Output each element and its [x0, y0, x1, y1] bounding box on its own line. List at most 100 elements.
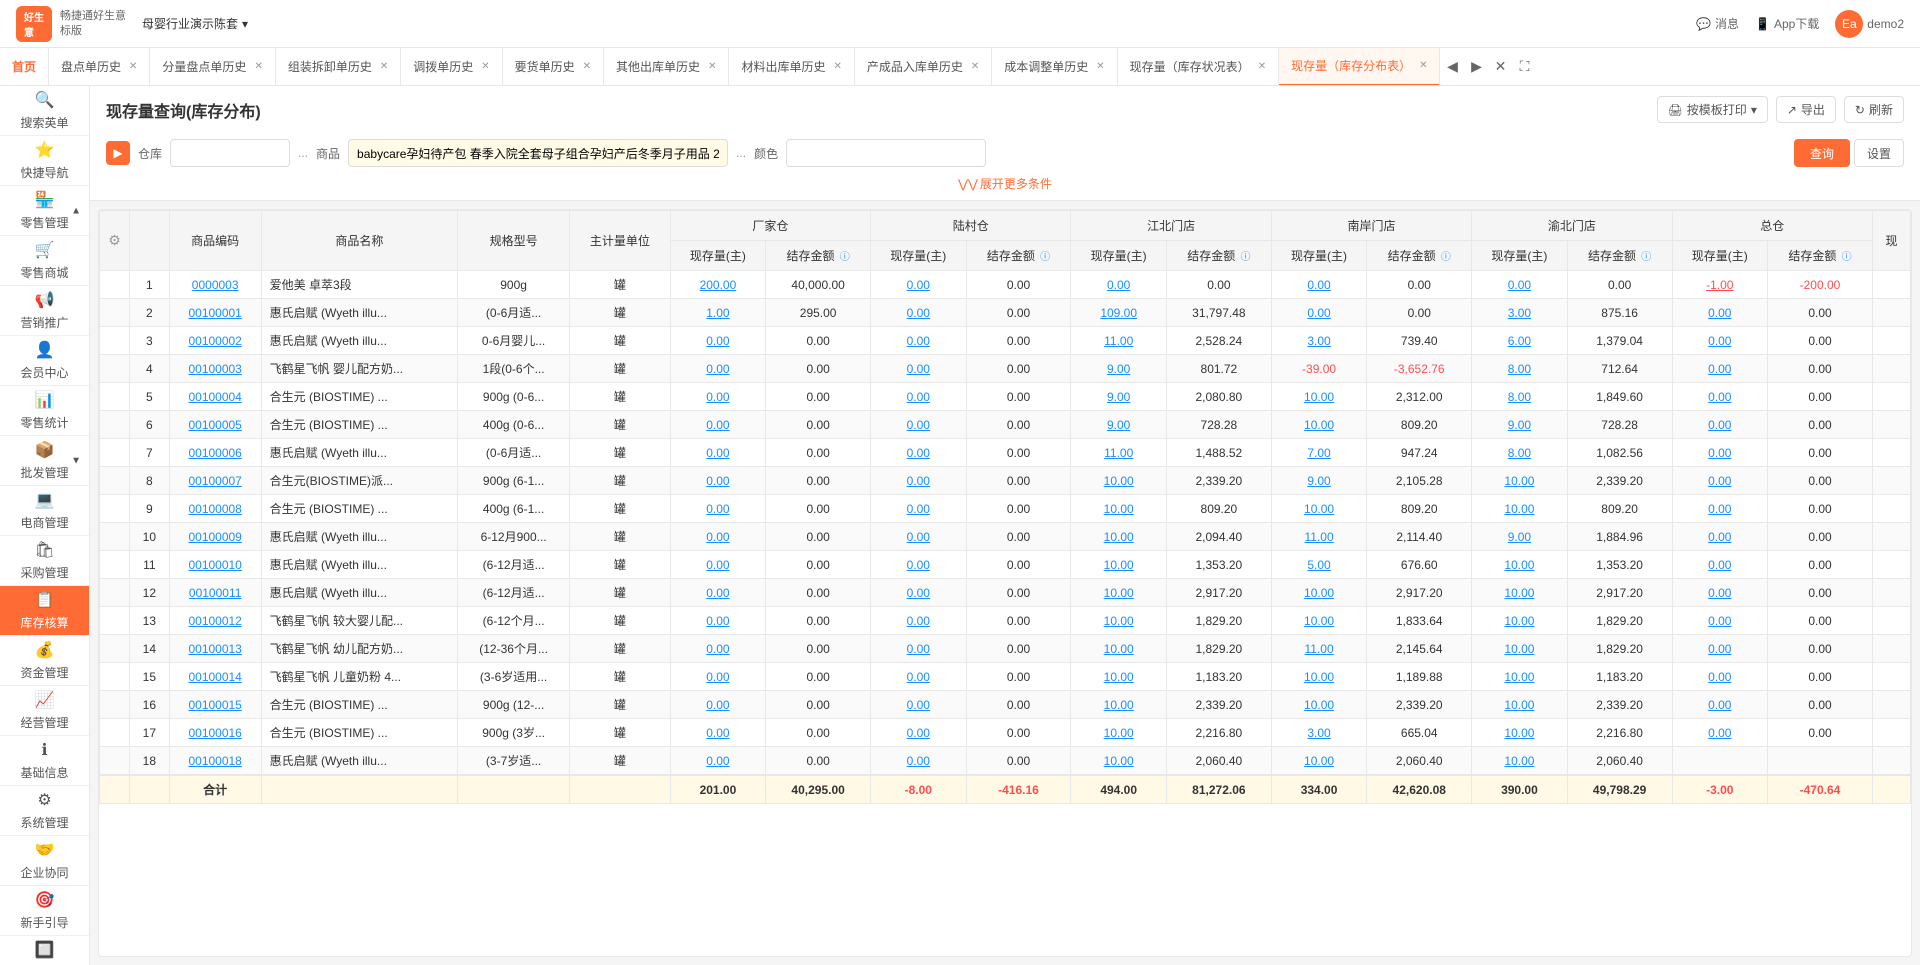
sidebar-item-search[interactable]: 🔍 搜索英单 — [0, 86, 89, 136]
table-cell: 40,000.00 — [766, 271, 871, 299]
table-cell[interactable] — [100, 467, 130, 495]
tab-prev-btn[interactable]: ◀ — [1440, 48, 1464, 86]
sidebar-item-member[interactable]: 👤 会员中心 — [0, 336, 89, 386]
tab-close-icon[interactable]: ✕ — [833, 61, 841, 72]
user-avatar[interactable]: Ea demo2 — [1835, 10, 1904, 38]
table-cell: 0.00 — [871, 411, 966, 439]
sidebar-item-inventory[interactable]: 📋 库存核算 — [0, 586, 89, 636]
gear-icon: ⚙ — [37, 790, 51, 810]
summary-cell: 494.00 — [1071, 775, 1166, 804]
color-input[interactable] — [786, 139, 986, 167]
tab-material-out[interactable]: 材料出库单历史 ✕ — [729, 48, 854, 86]
table-cell[interactable] — [100, 383, 130, 411]
sidebar-item-nav[interactable]: ⭐ 快捷导航 — [0, 136, 89, 186]
tab-sub-inventory[interactable]: 分量盘点单历史 ✕ — [150, 48, 275, 86]
search-button[interactable]: 查询 — [1794, 139, 1850, 167]
table-cell[interactable] — [100, 523, 130, 551]
tab-home[interactable]: 首页 — [0, 48, 49, 86]
company-dropdown[interactable]: 母婴行业演示陈套 ▾ — [142, 15, 248, 32]
settings-col-header[interactable]: ⚙ — [100, 211, 130, 271]
table-cell: 11.00 — [1071, 327, 1166, 355]
sidebar-item-wholesale[interactable]: 📦 批发管理 ▼ — [0, 436, 89, 486]
tab-close-icon[interactable]: ✕ — [481, 61, 489, 72]
summary-cell — [100, 775, 130, 804]
tab-stock-status[interactable]: 现存量（库存状况表） ✕ — [1118, 48, 1279, 86]
tab-next-btn[interactable]: ▶ — [1464, 48, 1488, 86]
sidebar-item-finance[interactable]: 💰 资金管理 — [0, 636, 89, 686]
table-cell: 14 — [130, 635, 170, 663]
sidebar-item-marketing[interactable]: 📢 营销推广 — [0, 286, 89, 336]
tab-expand-btn[interactable]: ⛶ — [1512, 48, 1536, 86]
table-row: 300100002惠氏启赋 (Wyeth illu...0-6月婴儿...罐0.… — [100, 327, 1911, 355]
sidebar-item-guide[interactable]: 🎯 新手引导 — [0, 886, 89, 936]
table-cell[interactable] — [100, 551, 130, 579]
tab-close-icon[interactable]: ✕ — [380, 61, 388, 72]
sidebar-item-purchase[interactable]: 🛍 采购管理 — [0, 536, 89, 586]
table-cell: 0.00 — [670, 607, 765, 635]
print-btn[interactable]: 🖨 按模板打印 ▾ — [1657, 96, 1768, 123]
table-cell[interactable] — [100, 411, 130, 439]
table-cell — [1872, 551, 1910, 579]
app-download-btn[interactable]: 📱 App下载 — [1755, 15, 1819, 32]
table-cell[interactable] — [100, 719, 130, 747]
sidebar-item-ecommerce[interactable]: 💻 电商管理 — [0, 486, 89, 536]
tab-close-icon[interactable]: ✕ — [708, 61, 716, 72]
table-cell: 2,060.40 — [1567, 747, 1672, 776]
table-cell[interactable] — [100, 691, 130, 719]
refresh-btn[interactable]: ↻ 刷新 — [1844, 96, 1904, 123]
tab-cost-adj[interactable]: 成本调整单历史 ✕ — [992, 48, 1117, 86]
table-cell[interactable] — [100, 355, 130, 383]
tab-close-icon[interactable]: ✕ — [129, 61, 137, 72]
table-cell: 809.20 — [1367, 495, 1472, 523]
tab-inventory-history[interactable]: 盘点单历史 ✕ — [49, 48, 150, 86]
tab-close-icon[interactable]: ✕ — [971, 61, 979, 72]
table-cell[interactable] — [100, 579, 130, 607]
tab-other-out[interactable]: 其他出库单历史 ✕ — [604, 48, 729, 86]
table-cell[interactable] — [100, 495, 130, 523]
filter-expand-btn[interactable]: ▶ — [106, 141, 130, 165]
tab-stock-dist[interactable]: 现存量（库存分布表） ✕ — [1279, 48, 1440, 86]
table-cell: 2,528.24 — [1166, 327, 1271, 355]
col-name: 商品名称 — [261, 211, 457, 271]
sidebar-item-system[interactable]: ⚙ 系统管理 — [0, 786, 89, 836]
table-cell[interactable] — [100, 439, 130, 467]
sidebar-item-basic-info[interactable]: ℹ 基础信息 — [0, 736, 89, 786]
sidebar-item-apps[interactable]: 🔲 应用中心 — [0, 936, 89, 965]
sidebar-item-retail-mall[interactable]: 🛒 零售商城 — [0, 236, 89, 286]
tab-close-icon[interactable]: ✕ — [583, 61, 591, 72]
tab-close-icon[interactable]: ✕ — [1258, 61, 1266, 72]
logo-text: 畅捷通好生意 标版 — [60, 9, 126, 38]
tab-finished-in[interactable]: 产成品入库单历史 ✕ — [855, 48, 992, 86]
table-cell: 0.00 — [670, 327, 765, 355]
table-cell: 3.00 — [1271, 719, 1366, 747]
tab-close-icon[interactable]: ✕ — [1096, 61, 1104, 72]
table-cell[interactable] — [100, 271, 130, 299]
export-btn[interactable]: ↗ 导出 — [1776, 96, 1836, 123]
table-gear-icon[interactable]: ⚙ — [108, 232, 121, 248]
sidebar-item-retail-mgmt[interactable]: 🏪 零售管理 ▲ — [0, 186, 89, 236]
tab-close-icon[interactable]: ✕ — [254, 61, 262, 72]
table-cell[interactable] — [100, 663, 130, 691]
setting-button[interactable]: 设置 — [1854, 139, 1904, 167]
goods-input[interactable] — [348, 139, 728, 167]
col-spec: 规格型号 — [458, 211, 570, 271]
sidebar-item-enterprise[interactable]: 🤝 企业协同 — [0, 836, 89, 886]
table-cell[interactable] — [100, 747, 130, 776]
table-cell[interactable] — [100, 327, 130, 355]
tab-close-all-btn[interactable]: ✕ — [1488, 48, 1512, 86]
table-cell: 1,829.20 — [1166, 635, 1271, 663]
table-cell: 3.00 — [1271, 327, 1366, 355]
tab-order[interactable]: 要货单历史 ✕ — [503, 48, 604, 86]
message-btn[interactable]: 💬 消息 — [1696, 15, 1739, 32]
tab-assemble[interactable]: 组装拆卸单历史 ✕ — [276, 48, 401, 86]
table-cell[interactable] — [100, 299, 130, 327]
expand-more-btn[interactable]: ⋁⋁ 展开更多条件 — [958, 175, 1052, 192]
sidebar-item-operations[interactable]: 📈 经营管理 — [0, 686, 89, 736]
table-cell[interactable] — [100, 635, 130, 663]
tab-transfer[interactable]: 调拨单历史 ✕ — [401, 48, 502, 86]
tab-close-icon[interactable]: ✕ — [1419, 60, 1427, 71]
summary-cell — [1872, 775, 1910, 804]
warehouse-input[interactable] — [170, 139, 290, 167]
sidebar-item-retail-stats[interactable]: 📊 零售统计 — [0, 386, 89, 436]
table-cell[interactable] — [100, 607, 130, 635]
